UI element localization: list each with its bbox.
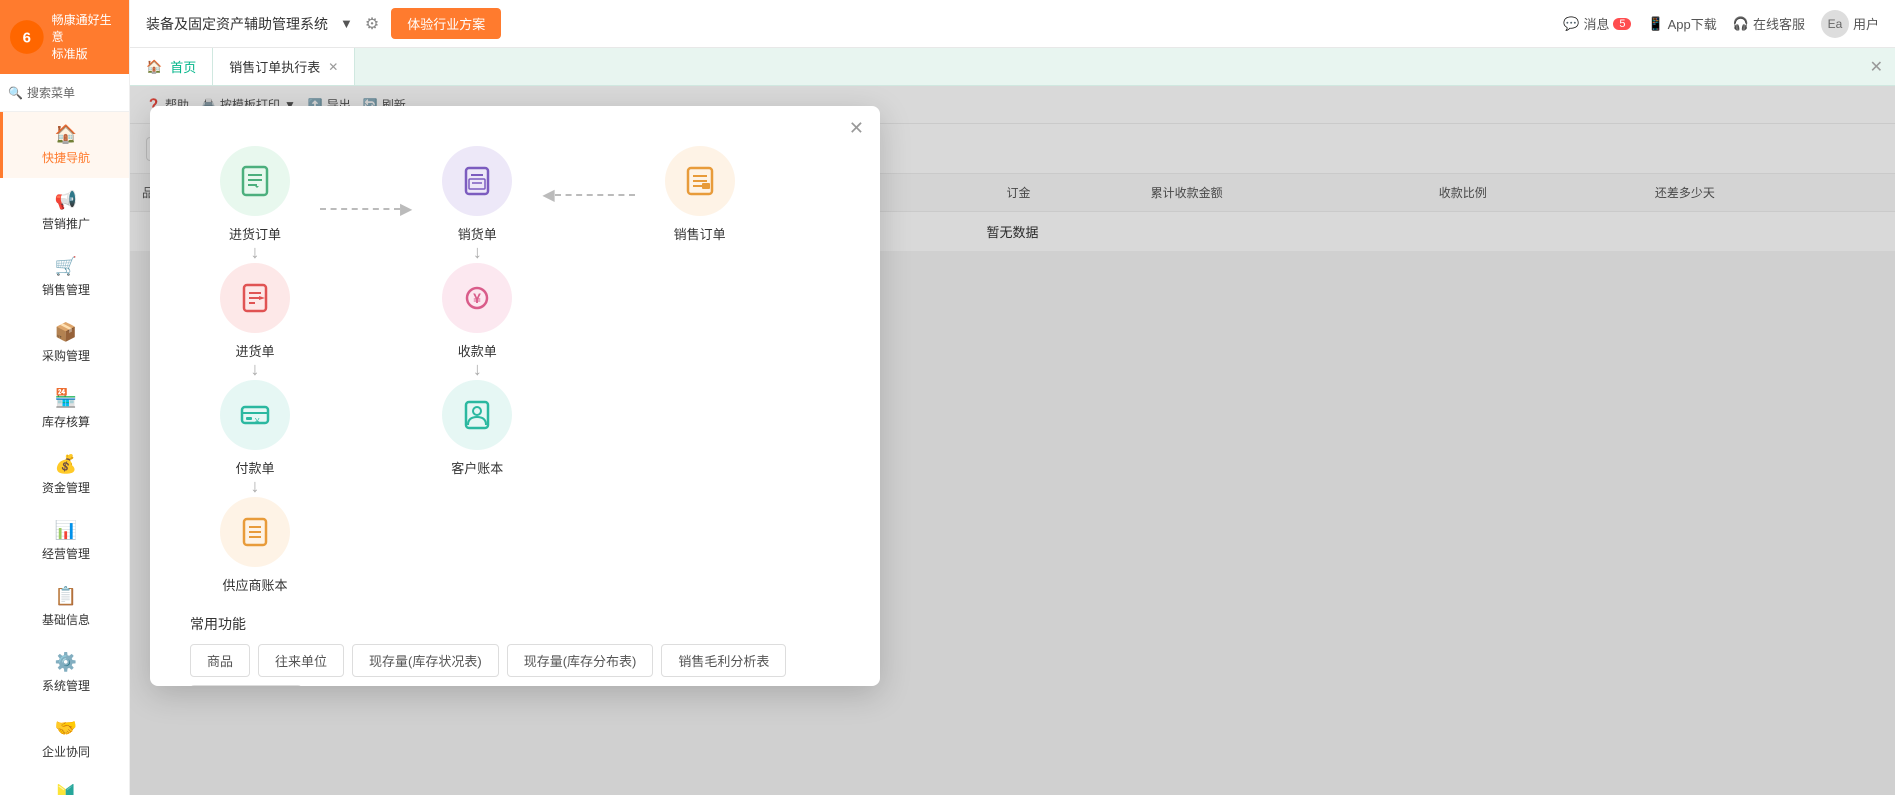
message-item[interactable]: 💬 消息 5 (1563, 14, 1631, 33)
sidebar-item-inventory[interactable]: 🏪 库存核算 (0, 376, 129, 442)
receipt-bill-circle: ¥ (442, 263, 512, 333)
btn-product[interactable]: 商品 (190, 644, 250, 677)
modal-close-icon[interactable]: ✕ (849, 118, 864, 139)
sales-order-item: 销售订单 (635, 146, 765, 243)
btn-partners[interactable]: 往来单位 (258, 644, 344, 677)
sidebar-search[interactable]: 🔍 搜索菜单 (0, 74, 129, 112)
search-icon: 🔍 (8, 86, 23, 100)
sales-bill-circle (442, 146, 512, 216)
topbar-right: 💬 消息 5 📱 App下载 🎧 在线客服 Ea 用户 (1563, 10, 1879, 38)
customer-account-item: 客户账本 (412, 380, 542, 477)
headset-icon: 🎧 (1733, 16, 1749, 32)
tab-sales-order-exec[interactable]: 销售订单执行表 ✕ (213, 48, 355, 85)
sales-bill-item: 销货单 (412, 146, 542, 243)
customer-account-circle (442, 380, 512, 450)
sidebar-item-operations[interactable]: 📊 经营管理 (0, 508, 129, 574)
purchase-bill-circle (220, 263, 290, 333)
collab-icon: 🤝 (55, 718, 77, 739)
main-area: 装备及固定资产辅助管理系统 ▼ ⚙ 体验行业方案 💬 消息 5 📱 App下载 … (130, 0, 1895, 795)
quick-nav-icon: 🏠 (55, 124, 77, 145)
finance-icon: 💰 (55, 454, 77, 475)
avatar: Ea (1821, 10, 1849, 38)
common-functions: 常用功能 商品 往来单位 现存量(库存状况表) 现存量(库存分布表) 销售毛利分… (150, 614, 880, 686)
system-title: 装备及固定资产辅助管理系统 (146, 14, 328, 34)
sidebar-item-sales[interactable]: 🛒 销售管理 (0, 244, 129, 310)
message-badge: 5 (1613, 18, 1631, 30)
home-icon: 🏠 (146, 59, 162, 75)
tab-home[interactable]: 🏠 首页 (130, 48, 213, 85)
user-item[interactable]: Ea 用户 (1821, 10, 1879, 38)
system-icon: ⚙️ (55, 652, 77, 673)
dropdown-arrow-icon: ▼ (340, 16, 353, 31)
purchase-icon: 📦 (55, 322, 77, 343)
supplier-account-item: 供应商账本 (190, 497, 320, 594)
sidebar-item-system[interactable]: ⚙️ 系统管理 (0, 640, 129, 706)
inventory-icon: 🏪 (55, 388, 77, 409)
tab-close-icon[interactable]: ✕ (328, 60, 338, 74)
topbar: 装备及固定资产辅助管理系统 ▼ ⚙ 体验行业方案 💬 消息 5 📱 App下载 … (130, 0, 1895, 48)
supplier-account-circle (220, 497, 290, 567)
btn-stock-dist[interactable]: 现存量(库存分布表) (507, 644, 654, 677)
logo-text: 畅康通好生意 标准版 (52, 12, 119, 62)
sidebar-item-basic-info[interactable]: 📋 基础信息 (0, 574, 129, 640)
tabbar: 🏠 首页 销售订单执行表 ✕ ✕ (130, 48, 1895, 86)
marketing-icon: 📢 (55, 190, 77, 211)
sidebar-item-collab[interactable]: 🤝 企业协同 (0, 706, 129, 772)
download-icon: 📱 (1647, 16, 1663, 32)
sidebar-item-quick-nav[interactable]: 🏠 快捷导航 (0, 112, 129, 178)
payment-bill-circle: ¥ (220, 380, 290, 450)
message-icon: 💬 (1563, 16, 1579, 32)
gear-icon[interactable]: ⚙ (365, 14, 379, 34)
common-title: 常用功能 (190, 614, 840, 634)
purchase-order-circle (220, 146, 290, 216)
sidebar-logo: 6 畅康通好生意 标准版 (0, 0, 129, 74)
experience-btn[interactable]: 体验行业方案 (391, 8, 501, 39)
basic-info-icon: 📋 (55, 586, 77, 607)
online-service-item[interactable]: 🎧 在线客服 (1733, 14, 1805, 33)
svg-text:¥: ¥ (473, 290, 481, 306)
sidebar-item-marketing[interactable]: 📢 营销推广 (0, 178, 129, 244)
overlay[interactable]: ✕ 进货订单 (130, 86, 1895, 795)
btn-stock-status[interactable]: 现存量(库存状况表) (352, 644, 499, 677)
guide-icon: 🔰 (55, 784, 77, 795)
tab-close-all[interactable]: ✕ (1858, 48, 1895, 85)
sales-icon: 🛒 (55, 256, 77, 277)
purchase-order-item: 进货订单 (190, 146, 320, 243)
flow-modal: ✕ 进货订单 (150, 106, 880, 686)
sidebar: 6 畅康通好生意 标准版 🔍 搜索菜单 🏠 快捷导航 📢 营销推广 🛒 销售管理 (0, 0, 130, 795)
sales-order-circle (665, 146, 735, 216)
sidebar-nav: 🏠 快捷导航 📢 营销推广 🛒 销售管理 📦 采购管理 🏪 库存核算 💰 (0, 112, 129, 795)
purchase-bill-item: 进货单 (190, 263, 320, 360)
btn-sales-margin[interactable]: 销售毛利分析表 (661, 644, 786, 677)
operations-icon: 📊 (55, 520, 77, 541)
receipt-bill-item: ¥ 收款单 (412, 263, 542, 360)
svg-text:¥: ¥ (254, 417, 260, 426)
payment-bill-item: ¥ 付款单 (190, 380, 320, 477)
content-area: ❓ 帮助 🖨️ 按模板打印 ▼ ⬆️ 导出 🔄 刷新 (130, 86, 1895, 795)
app-download-item[interactable]: 📱 App下载 (1647, 14, 1716, 33)
sidebar-item-purchase[interactable]: 📦 采购管理 (0, 310, 129, 376)
logo-icon: 6 (10, 19, 44, 55)
topbar-dropdown[interactable]: ▼ (340, 16, 353, 31)
sidebar-item-guide[interactable]: 🔰 新手引导 (0, 772, 129, 795)
svg-text:6: 6 (23, 30, 31, 47)
common-buttons-container: 商品 往来单位 现存量(库存状况表) 现存量(库存分布表) 销售毛利分析表 商品… (190, 644, 840, 686)
btn-product-margin[interactable]: 商品毛利分析 (190, 685, 302, 686)
sidebar-item-finance[interactable]: 💰 资金管理 (0, 442, 129, 508)
flow-diagram: 进货订单 ↓ 进货单 ↓ (150, 106, 880, 614)
